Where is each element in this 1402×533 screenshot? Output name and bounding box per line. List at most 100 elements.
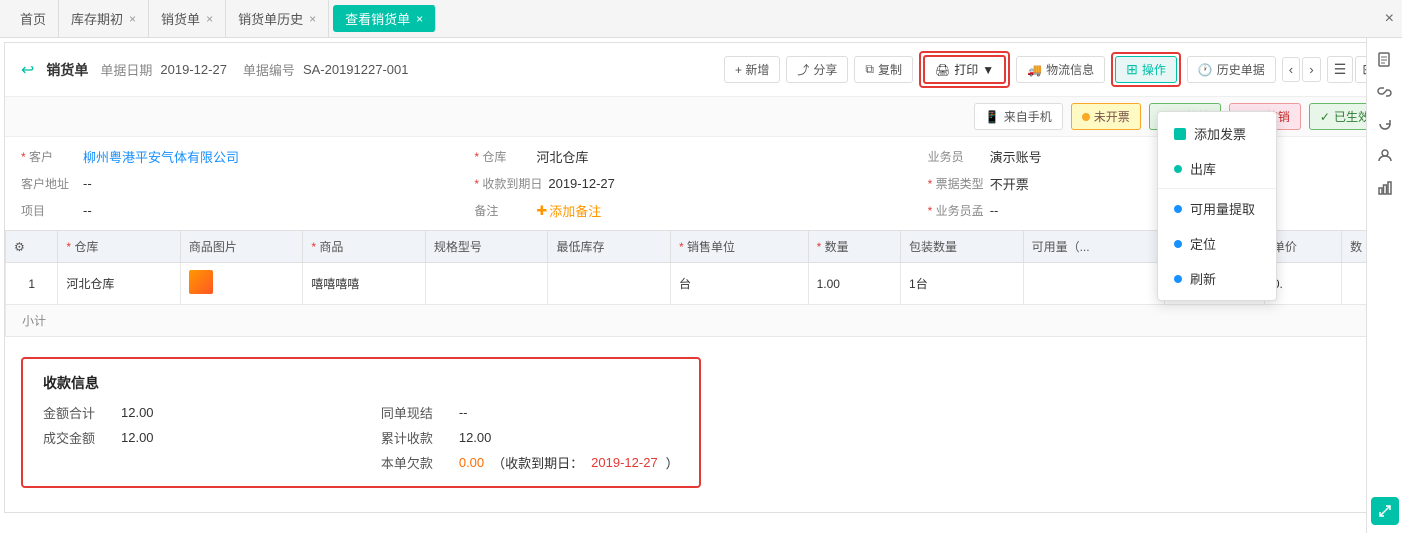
operation-icon: ⊞ xyxy=(1126,61,1138,78)
total-value: 12.00 xyxy=(121,405,154,420)
not-open-label: 未开票 xyxy=(1094,108,1130,125)
add-invoice-icon xyxy=(1174,128,1186,140)
row-min-stock xyxy=(548,263,671,305)
new-btn[interactable]: + 新增 xyxy=(724,56,780,83)
balance-note-end: ） xyxy=(666,453,679,472)
row-qty: 1.00 xyxy=(808,263,900,305)
logistics-icon: 🚚 xyxy=(1027,63,1042,77)
tab-inventory-close[interactable]: × xyxy=(129,12,136,26)
share-btn[interactable]: ⤴ 分享 xyxy=(786,56,848,83)
prev-btn[interactable]: ‹ xyxy=(1282,57,1300,82)
ticket-value: 不开票 xyxy=(990,174,1029,193)
outbound-icon xyxy=(1174,165,1182,173)
dropdown-locate[interactable]: 定位 xyxy=(1158,226,1276,261)
tab-sales-close[interactable]: × xyxy=(206,12,213,26)
doc-number: 单据编号 SA-20191227-001 xyxy=(243,60,409,79)
nav-arrows: ‹ › xyxy=(1282,57,1321,82)
sales-value: -- xyxy=(990,203,999,218)
warehouse-label: 仓库 xyxy=(474,148,530,165)
cumulative-value: 12.00 xyxy=(459,430,492,445)
product-image xyxy=(189,270,213,294)
col-image: 商品图片 xyxy=(180,231,303,263)
row-unit: 台 xyxy=(670,263,808,305)
print-btn[interactable]: 🖨 打印 ▼ xyxy=(923,55,1006,84)
tab-view-sales-close[interactable]: × xyxy=(416,12,423,26)
doc-number-value: SA-20191227-001 xyxy=(303,62,409,77)
dropdown-divider-1 xyxy=(1158,188,1276,189)
deal-label: 成交金额 xyxy=(43,428,113,447)
operation-label: 操作 xyxy=(1142,61,1166,78)
sidebar-refresh-btn[interactable] xyxy=(1371,110,1399,138)
list-view-btn[interactable]: ☰ xyxy=(1327,56,1354,83)
tab-view-sales-label: 查看销货单 xyxy=(345,9,410,28)
tab-sales-history-close[interactable]: × xyxy=(309,12,316,26)
tab-sales-history[interactable]: 销货单历史 × xyxy=(226,0,329,37)
payment-title: 收款信息 xyxy=(43,373,679,393)
doc-type-label: 销货单 xyxy=(46,60,88,80)
dropdown-outbound[interactable]: 出库 xyxy=(1158,151,1276,186)
right-sidebar xyxy=(1366,38,1402,533)
project-label: 项目 xyxy=(21,202,77,219)
add-note-btn[interactable]: ✚ 添加备注 xyxy=(536,201,601,220)
cumulative-label: 累计收款 xyxy=(381,428,451,447)
same-order-value: -- xyxy=(459,405,468,420)
sales-label: 业务员孟 xyxy=(928,202,984,219)
warehouse-row: 仓库 河北仓库 xyxy=(474,147,927,166)
tab-bar: 首页 库存期初 × 销货单 × 销货单历史 × 查看销货单 × × xyxy=(0,0,1402,38)
copy-btn[interactable]: ⧉ 复制 xyxy=(854,56,913,83)
next-btn[interactable]: › xyxy=(1302,57,1320,82)
doc-number-label: 单据编号 xyxy=(243,60,295,79)
sidebar-expand-btn[interactable] xyxy=(1371,497,1399,525)
tab-sales-history-label: 销货单历史 xyxy=(238,9,303,28)
col-product: 商品 xyxy=(303,231,426,263)
payment-grid: 金额合计 12.00 成交金额 12.00 同单现结 -- xyxy=(43,403,679,472)
col-pkg-qty: 包装数量 xyxy=(901,231,1024,263)
deal-row: 成交金额 12.00 xyxy=(43,428,341,447)
col-warehouse: 仓库 xyxy=(58,231,181,263)
not-open-chip[interactable]: 未开票 xyxy=(1071,103,1141,130)
operation-btn[interactable]: ⊞ 操作 xyxy=(1115,56,1177,83)
customer-value[interactable]: 柳州粤港平安气体有限公司 xyxy=(83,147,239,166)
payment-box: 收款信息 金额合计 12.00 成交金额 12.00 xyxy=(21,357,701,488)
sidebar-doc-btn[interactable] xyxy=(1371,46,1399,74)
locate-label: 定位 xyxy=(1190,234,1216,253)
due-date-row: 收款到期日 2019-12-27 xyxy=(474,174,927,193)
from-phone-btn[interactable]: 📱 来自手机 xyxy=(974,103,1063,130)
customer-row: 客户 柳州粤港平安气体有限公司 xyxy=(21,147,474,166)
project-row: 项目 -- xyxy=(21,201,474,220)
history-btn[interactable]: 🕐 历史单据 xyxy=(1187,56,1276,83)
tab-view-sales[interactable]: 查看销货单 × xyxy=(333,5,436,32)
tab-home[interactable]: 首页 xyxy=(8,0,59,37)
add-note-icon: ✚ xyxy=(536,203,547,219)
tab-inventory[interactable]: 库存期初 × xyxy=(59,0,149,37)
qty-extract-label: 可用量提取 xyxy=(1190,199,1255,218)
share-icon: ⤴ xyxy=(797,61,809,78)
note-row: 备注 ✚ 添加备注 xyxy=(474,201,927,220)
add-note-label: 添加备注 xyxy=(549,201,601,220)
col-settings[interactable]: ⚙ xyxy=(6,231,58,263)
staff-value: 演示账号 xyxy=(990,147,1042,166)
dropdown-qty-extract[interactable]: 可用量提取 xyxy=(1158,191,1276,226)
sidebar-user-btn[interactable] xyxy=(1371,142,1399,170)
dropdown-add-invoice[interactable]: 添加发票 xyxy=(1158,116,1276,151)
col-qty: 数量 xyxy=(808,231,900,263)
payment-right: 同单现结 -- 累计收款 12.00 本单欠款 0.00 （收款到期日： 201… xyxy=(381,403,679,472)
balance-value: 0.00 xyxy=(459,455,484,470)
logistics-btn[interactable]: 🚚 物流信息 xyxy=(1016,56,1105,83)
tab-sales[interactable]: 销货单 × xyxy=(149,0,226,37)
operation-highlight-box: ⊞ 操作 xyxy=(1111,52,1181,87)
sidebar-link-btn[interactable] xyxy=(1371,78,1399,106)
sidebar-chart-btn[interactable] xyxy=(1371,174,1399,202)
payment-section: 收款信息 金额合计 12.00 成交金额 12.00 xyxy=(5,337,1397,512)
deal-value: 12.00 xyxy=(121,430,154,445)
same-order-label: 同单现结 xyxy=(381,403,451,422)
not-open-dot xyxy=(1082,113,1090,121)
doc-header: ↩ 销货单 单据日期 2019-12-27 单据编号 SA-20191227-0… xyxy=(5,43,1397,97)
row-available xyxy=(1023,263,1164,305)
locate-icon xyxy=(1174,240,1182,248)
dropdown-refresh[interactable]: 刷新 xyxy=(1158,261,1276,296)
row-index: 1 xyxy=(6,263,58,305)
subtotal-label: 小计 xyxy=(6,305,1397,337)
window-close-btn[interactable]: × xyxy=(1385,10,1394,28)
doc-icon: ↩ xyxy=(21,60,34,80)
